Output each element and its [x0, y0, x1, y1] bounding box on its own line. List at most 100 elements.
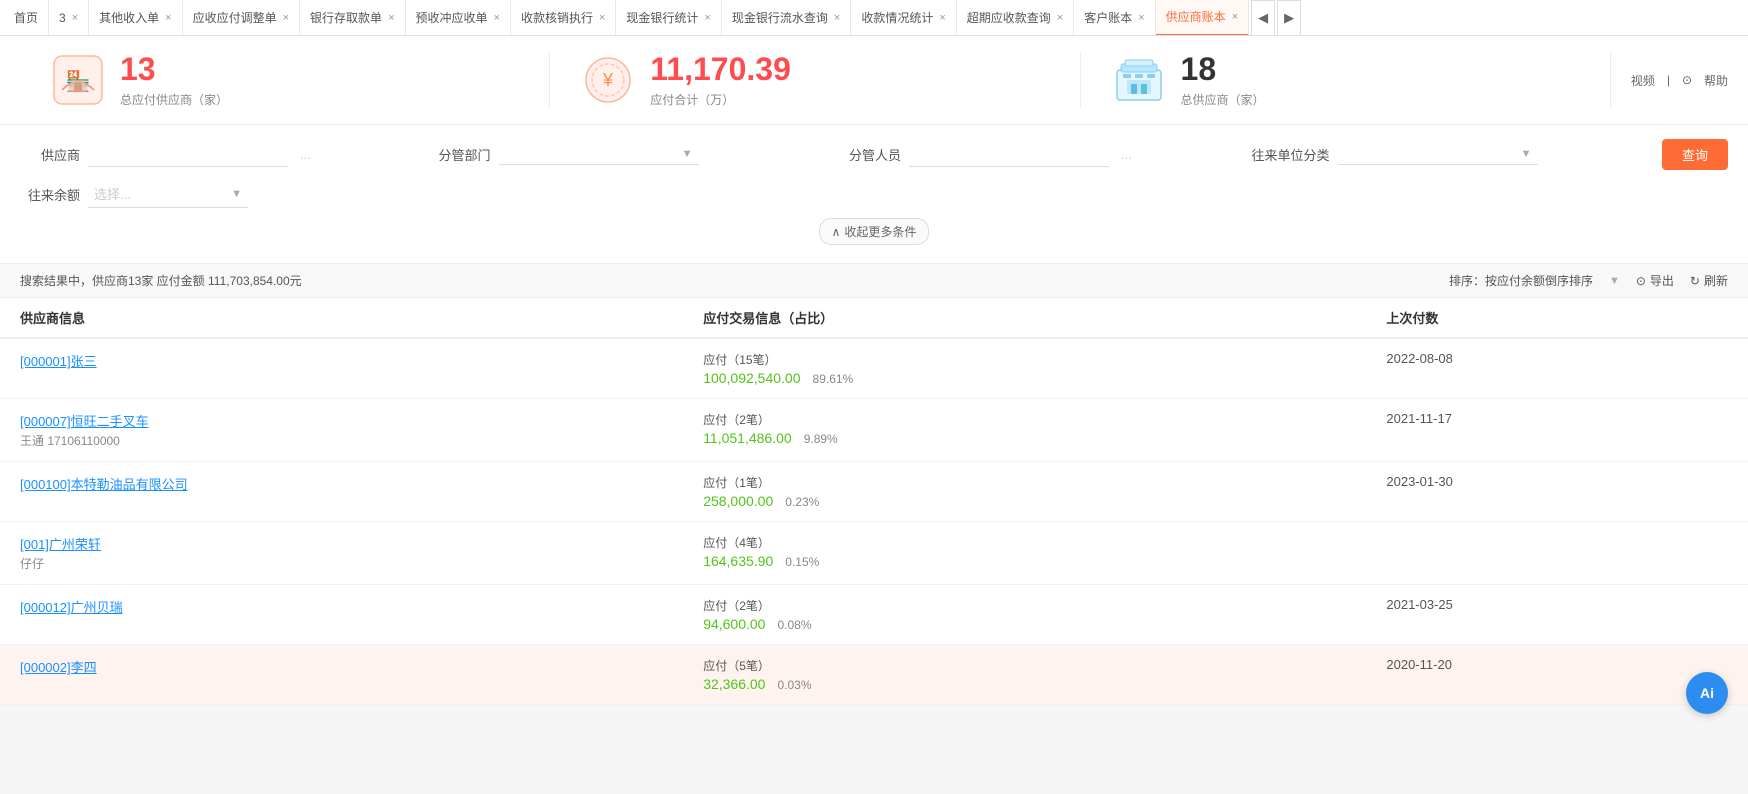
- tx-amount: 32,366.00: [703, 676, 765, 692]
- tx-row: 94,600.00 0.08%: [703, 614, 1386, 632]
- nav-tab-home[interactable]: 首页: [4, 0, 49, 36]
- lastpay-cell: 2020-11-20: [1386, 657, 1728, 672]
- supplier-link[interactable]: [001]广州荣轩: [20, 537, 101, 552]
- svg-text:¥: ¥: [602, 70, 614, 90]
- col-header-supplier: 供应商信息: [20, 308, 703, 327]
- tx-row: 164,635.90 0.15%: [703, 551, 1386, 569]
- nav-tab-collection[interactable]: 收款核销执行 ×: [511, 0, 616, 36]
- stat-block-total-suppliers: 18 总供应商（家）: [1081, 52, 1611, 108]
- nav-tab-other-income-label: 其他收入单: [99, 9, 159, 26]
- help-link[interactable]: 帮助: [1704, 72, 1728, 89]
- nav-tab-bank-deposit[interactable]: 银行存取款单 ×: [300, 0, 405, 36]
- tx-amount: 11,051,486.00: [703, 430, 792, 446]
- payable-suppliers-label: 总应付供应商（家）: [120, 91, 228, 108]
- supplier-link[interactable]: [000100]本特勒油品有限公司: [20, 477, 188, 492]
- supplier-sub: 王通 17106110000: [20, 432, 703, 449]
- nav-tab-ar-adjust-close[interactable]: ×: [283, 12, 289, 24]
- person-filter-input[interactable]: [909, 143, 1109, 167]
- collapse-filter-button[interactable]: ∧ 收起更多条件: [819, 218, 930, 245]
- balance-dropdown-arrow: ▼: [231, 188, 242, 200]
- stat-block-payable-total: ¥ 11,170.39 应付合计（万）: [550, 52, 1080, 108]
- nav-tab-collection-close[interactable]: ×: [599, 12, 605, 24]
- filter-balance: 往来余额 选择... ▼: [20, 180, 1728, 208]
- table-row[interactable]: [000002]李四 应付（5笔） 32,366.00 0.03% 2020-1…: [0, 645, 1748, 705]
- nav-tab-3[interactable]: 3 ×: [49, 0, 89, 36]
- tx-cell: 应付（2笔） 94,600.00 0.08%: [703, 597, 1386, 632]
- table-row[interactable]: [001]广州荣轩 仔仔 应付（4笔） 164,635.90 0.15%: [0, 522, 1748, 585]
- table-row[interactable]: [000007]恒旺二手叉车 王通 17106110000 应付（2笔） 11,…: [0, 399, 1748, 462]
- supplier-link[interactable]: [000012]广州贝瑞: [20, 600, 123, 615]
- supplier-link[interactable]: [000001]张三: [20, 354, 97, 369]
- table-row[interactable]: [000100]本特勒油品有限公司 应付（1笔） 258,000.00 0.23…: [0, 462, 1748, 522]
- col-header-tx: 应付交易信息（占比）: [703, 308, 1386, 327]
- nav-tab-overdue-label: 超期应收款查询: [967, 9, 1051, 26]
- collapse-btn-label: 收起更多条件: [844, 223, 916, 240]
- nav-tab-cash-flow-close[interactable]: ×: [834, 12, 840, 24]
- nav-tab-3-close[interactable]: ×: [72, 12, 78, 24]
- nav-tab-cash-bank-stat-close[interactable]: ×: [704, 12, 710, 24]
- filter-area: 供应商 ... 分管部门 ▼ 分管人员 ... 往来单位分类 ▼ 查询: [0, 125, 1748, 264]
- tx-amount: 258,000.00: [703, 493, 773, 509]
- nav-tab-advance[interactable]: 预收冲应收单 ×: [406, 0, 511, 36]
- results-summary: 搜索结果中，供应商13家 应付金额 111,703,854.00元: [20, 272, 302, 289]
- nav-tab-advance-close[interactable]: ×: [494, 12, 500, 24]
- last-pay-date: 2023-01-30: [1386, 474, 1453, 489]
- tx-cell: 应付（5笔） 32,366.00 0.03%: [703, 657, 1386, 692]
- tx-pct: 0.23%: [785, 495, 819, 509]
- payable-total-label: 应付合计（万）: [650, 91, 791, 108]
- supplier-link[interactable]: [000007]恒旺二手叉车: [20, 414, 149, 429]
- nav-tab-customer-ledger-close[interactable]: ×: [1138, 12, 1144, 24]
- person-filter-label: 分管人员: [841, 145, 901, 164]
- nav-tab-cash-flow-label: 现金银行流水查询: [732, 9, 828, 26]
- nav-tab-advance-label: 预收冲应收单: [416, 9, 488, 26]
- tx-amount: 100,092,540.00: [703, 370, 800, 386]
- nav-tab-ar-adjust[interactable]: 应收应付调整单 ×: [183, 0, 300, 36]
- tx-row: 100,092,540.00 89.61%: [703, 368, 1386, 386]
- tx-row: 258,000.00 0.23%: [703, 491, 1386, 509]
- refresh-icon: ↻: [1690, 274, 1700, 288]
- table-row[interactable]: [000012]广州贝瑞 应付（2笔） 94,600.00 0.08% 2021…: [0, 585, 1748, 645]
- nav-tab-bank-deposit-close[interactable]: ×: [388, 12, 394, 24]
- category-filter-select[interactable]: ▼: [1338, 144, 1538, 165]
- search-button[interactable]: 查询: [1662, 139, 1728, 170]
- nav-right-arrow[interactable]: ▶: [1277, 0, 1301, 36]
- stats-header: 🏪 13 总应付供应商（家） ¥ 11,170.39 应付合计（万）: [0, 36, 1748, 125]
- filter-dept: 分管部门 ▼: [431, 144, 822, 165]
- tx-label: 应付（2笔）: [703, 597, 1386, 614]
- nav-tab-payment-stat-label: 收款情况统计: [861, 9, 933, 26]
- nav-tab-3-label: 3: [59, 11, 66, 25]
- sort-select[interactable]: 排序：按应付余额倒序排序: [1449, 272, 1593, 289]
- nav-tab-cash-flow[interactable]: 现金银行流水查询 ×: [722, 0, 851, 36]
- nav-tab-supplier-ledger[interactable]: 供应商账本 ×: [1156, 0, 1249, 36]
- nav-left-arrow[interactable]: ◀: [1251, 0, 1275, 36]
- nav-tab-customer-ledger[interactable]: 客户账本 ×: [1074, 0, 1155, 36]
- supplier-link[interactable]: [000002]李四: [20, 660, 97, 675]
- tx-cell: 应付（4笔） 164,635.90 0.15%: [703, 534, 1386, 569]
- nav-tab-supplier-ledger-close[interactable]: ×: [1232, 11, 1238, 23]
- nav-tab-cash-bank-stat[interactable]: 现金银行统计 ×: [616, 0, 721, 36]
- person-input-dots: ...: [1121, 147, 1132, 162]
- last-pay-date: 2022-08-08: [1386, 351, 1453, 366]
- nav-tab-payment-stat-close[interactable]: ×: [939, 12, 945, 24]
- video-link[interactable]: 视频: [1631, 72, 1655, 89]
- supplier-filter-input[interactable]: [88, 143, 288, 167]
- nav-tab-payment-stat[interactable]: 收款情况统计 ×: [851, 0, 956, 36]
- dept-filter-select[interactable]: ▼: [499, 144, 699, 165]
- lastpay-cell: 2023-01-30: [1386, 474, 1728, 489]
- nav-tab-overdue-close[interactable]: ×: [1057, 12, 1063, 24]
- supplier-cell: [000100]本特勒油品有限公司: [20, 474, 703, 493]
- filter-row-2: 往来余额 选择... ▼: [20, 180, 1728, 208]
- last-pay-date: 2020-11-20: [1386, 657, 1452, 672]
- top-navigation: 首页 3 × 其他收入单 × 应收应付调整单 × 银行存取款单 × 预收冲应收单…: [0, 0, 1748, 36]
- nav-tab-other-income[interactable]: 其他收入单 ×: [89, 0, 182, 36]
- ai-button[interactable]: Ai: [1686, 672, 1728, 714]
- table-row[interactable]: [000001]张三 应付（15笔） 100,092,540.00 89.61%…: [0, 339, 1748, 399]
- total-suppliers-icon: [1111, 52, 1167, 108]
- export-button[interactable]: ⊙ 导出: [1636, 272, 1674, 289]
- refresh-button[interactable]: ↻ 刷新: [1690, 272, 1728, 289]
- tx-amount: 164,635.90: [703, 553, 773, 569]
- balance-filter-select[interactable]: 选择... ▼: [88, 180, 248, 208]
- collapse-arrow-icon: ∧: [832, 225, 841, 239]
- nav-tab-overdue[interactable]: 超期应收款查询 ×: [957, 0, 1074, 36]
- nav-tab-other-income-close[interactable]: ×: [165, 12, 171, 24]
